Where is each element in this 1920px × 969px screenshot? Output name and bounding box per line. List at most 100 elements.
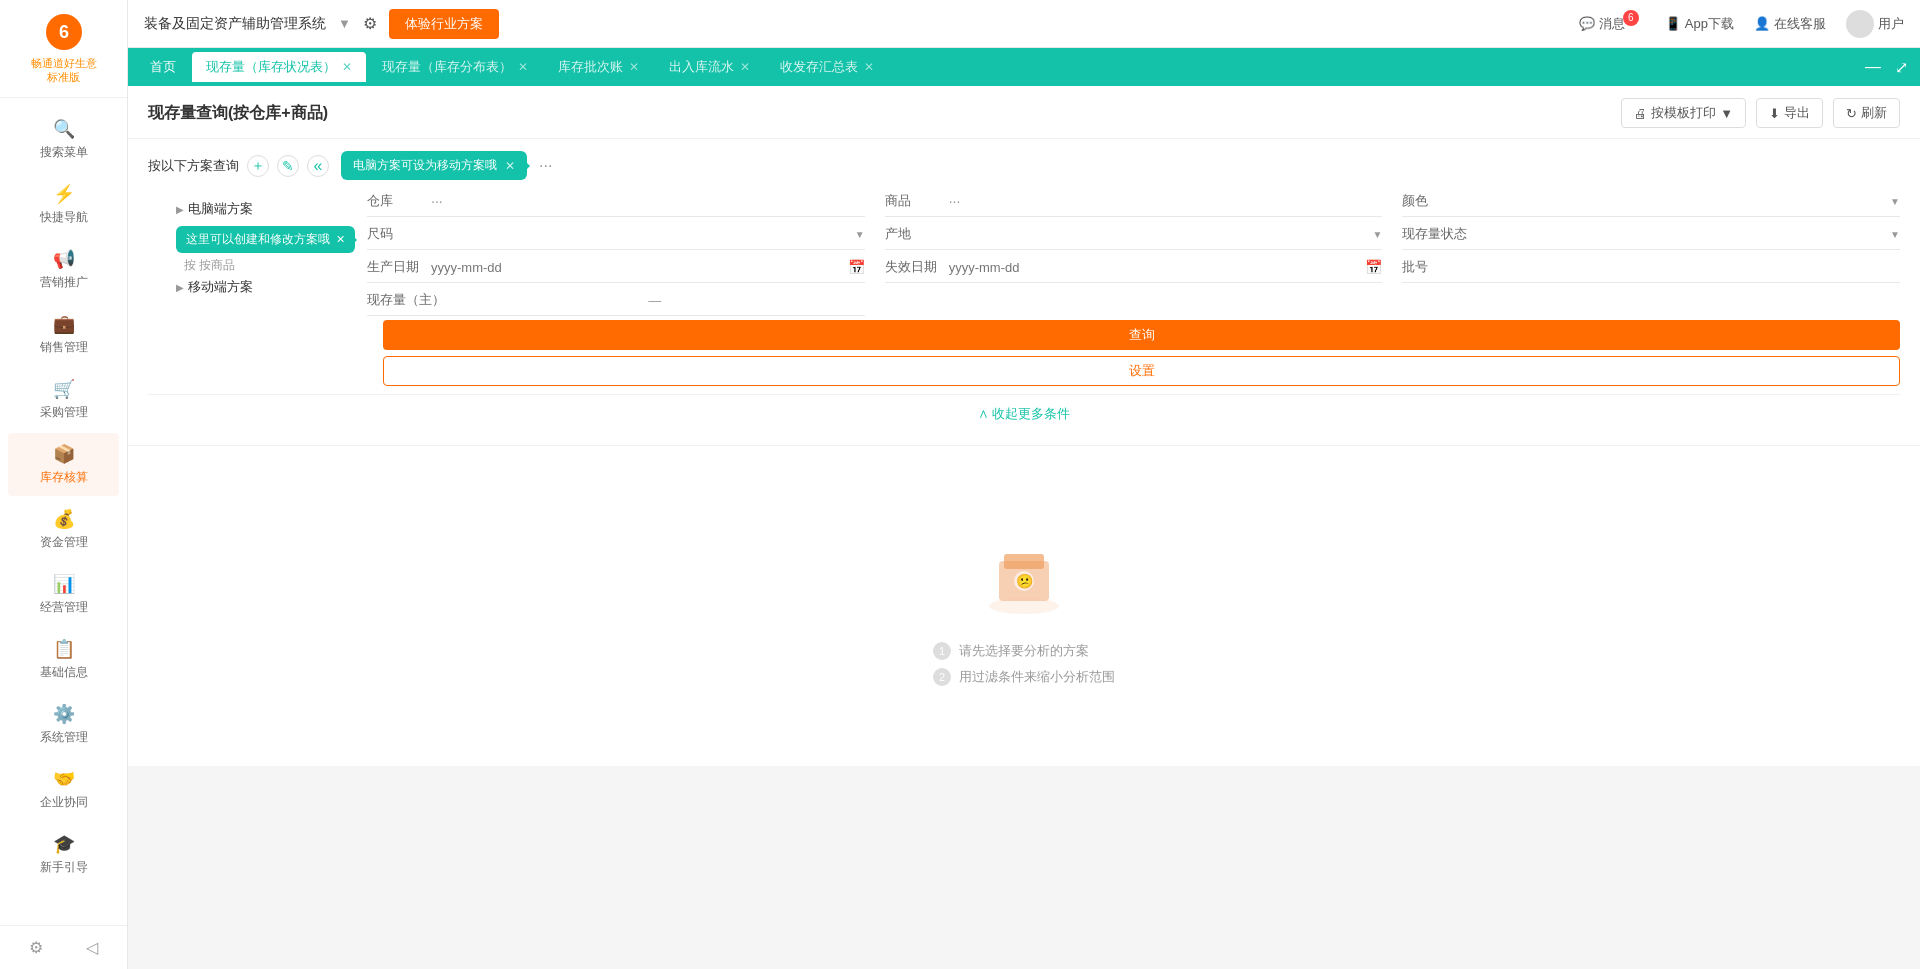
- tab-close-icon[interactable]: ✕: [740, 60, 750, 74]
- batch-label: 批号: [1402, 258, 1462, 276]
- tip-text-1: 请先选择要分析的方案: [959, 642, 1089, 660]
- finance-icon: 💰: [53, 508, 75, 530]
- tab-summary[interactable]: 收发存汇总表 ✕: [766, 52, 888, 82]
- print-button[interactable]: 🖨 按模板打印 ▼: [1621, 98, 1746, 128]
- field-size: 尺码 ▼: [367, 225, 865, 250]
- tooltip-close-icon[interactable]: ✕: [505, 159, 515, 173]
- edit-tooltip-close-icon[interactable]: ✕: [336, 233, 345, 246]
- sidebar-item-label: 经营管理: [40, 599, 88, 616]
- page-actions: 🖨 按模板打印 ▼ ⬇ 导出 ↻ 刷新: [1621, 98, 1900, 128]
- tab-inventory-dist[interactable]: 现存量（库存分布表） ✕: [368, 52, 542, 82]
- sidebar-menu: 🔍 搜索菜单 ⚡ 快捷导航 📢 营销推广 💼 销售管理 🛒 采购管理 📦 库存核…: [0, 98, 127, 925]
- filter-fields-area: 仓库 ··· 商品 ··· 颜色 ▼: [367, 192, 1900, 386]
- size-label: 尺码: [367, 225, 427, 243]
- tab-close-icon[interactable]: ✕: [342, 60, 352, 74]
- field-stock-status: 现存量状态 ▼: [1402, 225, 1900, 250]
- color-input[interactable]: [1462, 194, 1890, 209]
- sidebar-bottom: ⚙ ◁: [0, 925, 127, 969]
- color-arrow-icon: ▼: [1890, 196, 1900, 207]
- print-label: 按模板打印: [1651, 104, 1716, 122]
- empty-state: 😕 1 请先选择要分析的方案 2 用过滤条件来缩小分析范围: [128, 446, 1920, 766]
- size-input[interactable]: [427, 227, 855, 242]
- stock-main-input-from[interactable]: [445, 293, 644, 308]
- refresh-button[interactable]: ↻ 刷新: [1833, 98, 1900, 128]
- field-origin: 产地 ▼: [885, 225, 1383, 250]
- sidebar-logo: 6 畅通道好生意 标准版: [0, 0, 127, 98]
- prod-date-calendar-icon[interactable]: 📅: [848, 259, 865, 275]
- prod-date-input[interactable]: [427, 260, 848, 275]
- app-download-item[interactable]: 📱 App下载: [1665, 15, 1734, 33]
- sales-icon: 💼: [53, 313, 75, 335]
- export-icon: ⬇: [1769, 106, 1780, 121]
- tab-close-icon[interactable]: ✕: [629, 60, 639, 74]
- sidebar-item-management[interactable]: 📊 经营管理: [8, 563, 119, 626]
- sidebar-item-label: 系统管理: [40, 729, 88, 746]
- tab-minimize-icon[interactable]: —: [1861, 54, 1885, 81]
- batch-input[interactable]: [1462, 260, 1900, 275]
- sidebar-item-newuser[interactable]: 🎓 新手引导: [8, 823, 119, 886]
- message-item[interactable]: 💬 消息 6: [1579, 15, 1645, 33]
- field-prod-date: 生产日期 📅: [367, 258, 865, 283]
- edit-tooltip-text: 这里可以创建和修改方案哦: [186, 231, 330, 248]
- goods-dots: ···: [945, 193, 965, 209]
- sidebar-item-sales[interactable]: 💼 销售管理: [8, 303, 119, 366]
- collapse-sidebar-icon[interactable]: ◁: [86, 938, 98, 957]
- tree-mobile-label: 移动端方案: [188, 278, 253, 296]
- expire-date-calendar-icon[interactable]: 📅: [1365, 259, 1382, 275]
- expire-date-input[interactable]: [945, 260, 1366, 275]
- search-buttons: 查询 设置: [383, 320, 1900, 386]
- sidebar-item-search[interactable]: 🔍 搜索菜单: [8, 108, 119, 171]
- tab-inventory-status[interactable]: 现存量（库存状况表） ✕: [192, 52, 366, 82]
- tree-item-mobile[interactable]: ▶ 移动端方案: [168, 274, 355, 300]
- tip-text-2: 用过滤条件来缩小分析范围: [959, 668, 1115, 686]
- origin-input[interactable]: [945, 227, 1373, 242]
- sidebar-item-finance[interactable]: 💰 资金管理: [8, 498, 119, 561]
- tab-label: 首页: [150, 58, 176, 76]
- tab-label: 库存批次账: [558, 58, 623, 76]
- origin-arrow-icon: ▼: [1372, 229, 1382, 240]
- add-scheme-button[interactable]: ＋: [247, 155, 269, 177]
- edit-scheme-button[interactable]: ✎: [277, 155, 299, 177]
- field-goods: 商品 ···: [885, 192, 1383, 217]
- sidebar-item-quicknav[interactable]: ⚡ 快捷导航: [8, 173, 119, 236]
- tree-item-desktop[interactable]: ▶ 电脑端方案: [168, 196, 355, 222]
- reset-button[interactable]: 设置: [383, 356, 1900, 386]
- more-options-icon[interactable]: ···: [535, 157, 556, 175]
- service-icon: 👤: [1754, 16, 1770, 31]
- stock-status-arrow-icon: ▼: [1890, 229, 1900, 240]
- print-icon: 🖨: [1634, 106, 1647, 121]
- back-scheme-button[interactable]: «: [307, 155, 329, 177]
- sidebar-item-label: 快捷导航: [40, 209, 88, 226]
- sidebar-item-basic[interactable]: 📋 基础信息: [8, 628, 119, 691]
- trial-button[interactable]: 体验行业方案: [389, 9, 499, 39]
- export-button[interactable]: ⬇ 导出: [1756, 98, 1823, 128]
- sidebar-item-marketing[interactable]: 📢 营销推广: [8, 238, 119, 301]
- refresh-icon: ↻: [1846, 106, 1857, 121]
- collapse-more[interactable]: ∧ 收起更多条件: [148, 394, 1900, 433]
- edit-scheme-tooltip: 这里可以创建和修改方案哦 ✕: [176, 226, 355, 253]
- settings-icon[interactable]: ⚙: [29, 938, 43, 957]
- tab-close-icon[interactable]: ✕: [518, 60, 528, 74]
- user-item[interactable]: 用户: [1846, 10, 1904, 38]
- user-avatar: [1846, 10, 1874, 38]
- tip-num-2: 2: [933, 668, 951, 686]
- tab-inout-flow[interactable]: 出入库流水 ✕: [655, 52, 764, 82]
- sidebar-item-enterprise[interactable]: 🤝 企业协同: [8, 758, 119, 821]
- online-service-item[interactable]: 👤 在线客服: [1754, 15, 1826, 33]
- sidebar-item-purchase[interactable]: 🛒 采购管理: [8, 368, 119, 431]
- stock-status-input[interactable]: [1467, 227, 1890, 242]
- tab-batch-ledger[interactable]: 库存批次账 ✕: [544, 52, 653, 82]
- tab-expand-icon[interactable]: ⤢: [1891, 54, 1912, 81]
- refresh-label: 刷新: [1861, 104, 1887, 122]
- tab-close-icon[interactable]: ✕: [864, 60, 874, 74]
- stock-main-input-to[interactable]: [665, 293, 864, 308]
- warehouse-label: 仓库: [367, 192, 427, 210]
- tab-home[interactable]: 首页: [136, 52, 190, 82]
- page-title: 现存量查询(按仓库+商品): [148, 103, 328, 124]
- search-button[interactable]: 查询: [383, 320, 1900, 350]
- settings-gear-icon[interactable]: ⚙: [363, 14, 377, 33]
- sidebar-item-inventory[interactable]: 📦 库存核算: [8, 433, 119, 496]
- sidebar-item-system[interactable]: ⚙️ 系统管理: [8, 693, 119, 756]
- system-dropdown-icon[interactable]: ▼: [338, 16, 351, 31]
- tab-label: 现存量（库存状况表）: [206, 58, 336, 76]
